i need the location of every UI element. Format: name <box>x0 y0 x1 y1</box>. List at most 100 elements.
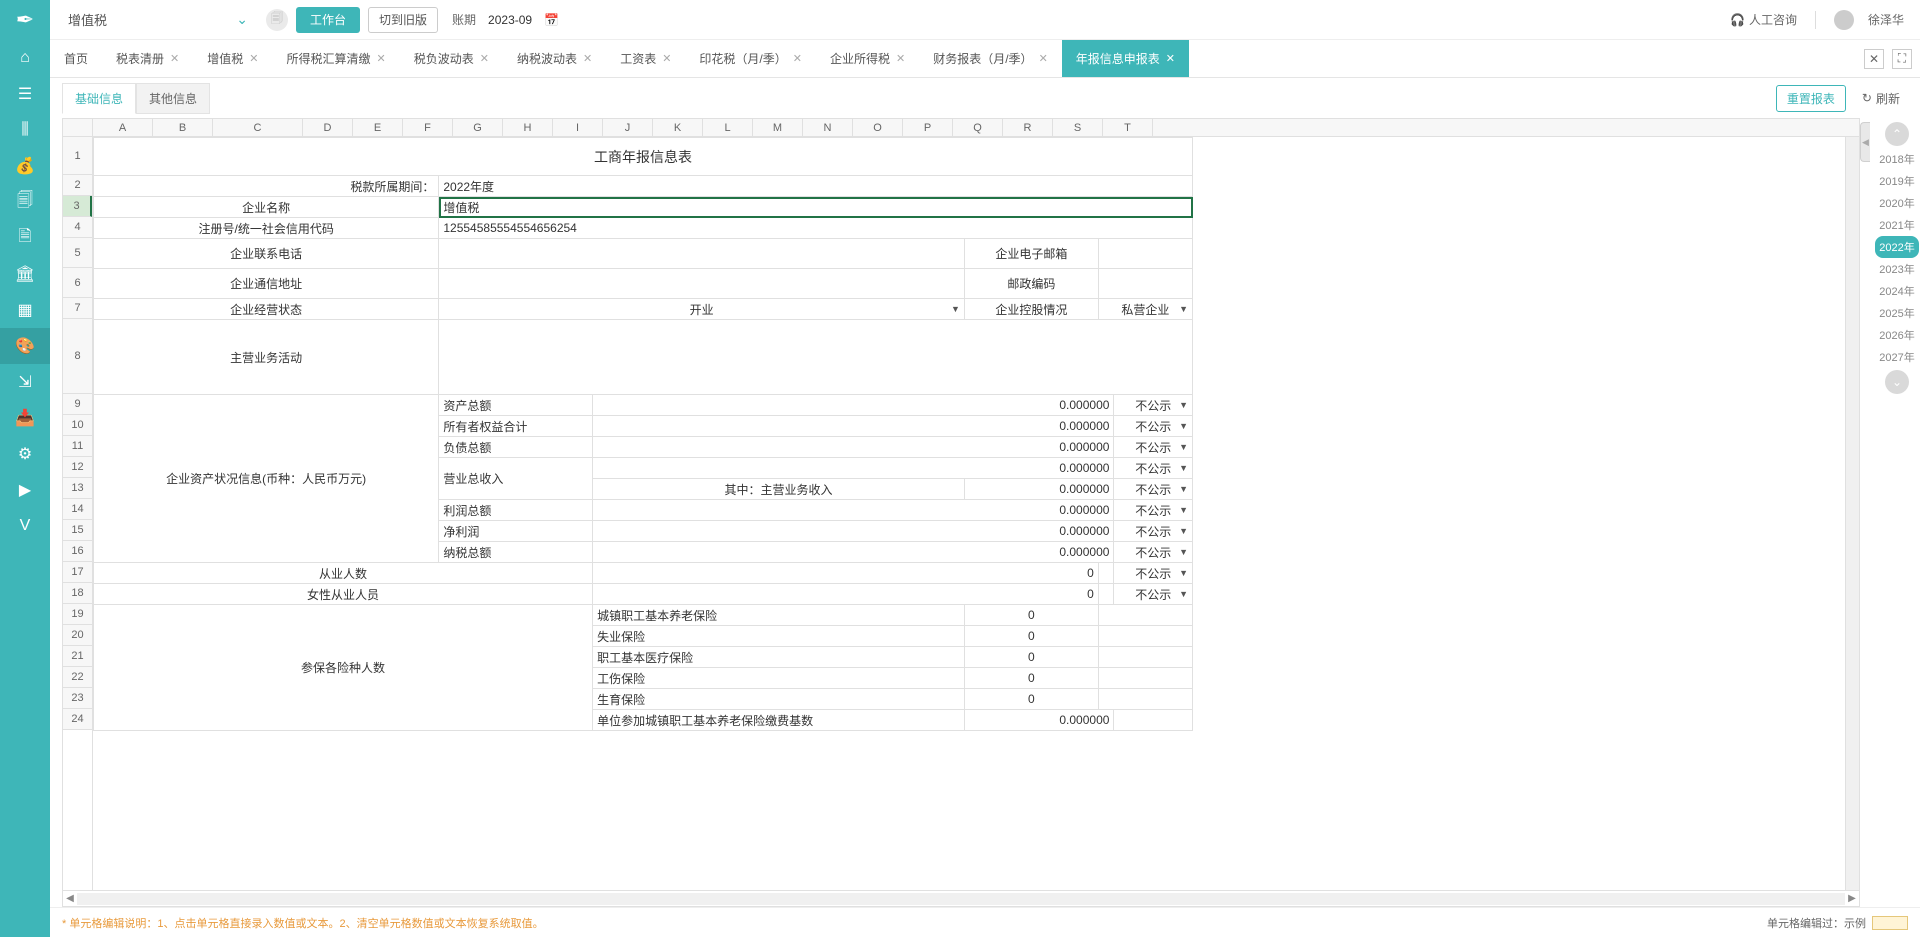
liab-val[interactable]: 0.000000 <box>593 437 1114 458</box>
inbox-icon[interactable]: 📥 <box>0 400 50 436</box>
tax-val[interactable]: 0.000000 <box>593 542 1114 563</box>
netprofit-val[interactable]: 0.000000 <box>593 521 1114 542</box>
year-2018年[interactable]: 2018年 <box>1875 148 1918 170</box>
status-dropdown[interactable]: 开业▼ <box>439 299 965 320</box>
col-header-E[interactable]: E <box>353 119 403 136</box>
tab-工资表[interactable]: 工资表✕ <box>606 40 685 77</box>
maternity-val[interactable]: 0 <box>964 689 1098 710</box>
tab-企业所得税[interactable]: 企业所得税✕ <box>816 40 919 77</box>
row-header-8[interactable]: 8 <box>63 319 92 394</box>
row-header-22[interactable]: 22 <box>63 667 92 688</box>
col-header-I[interactable]: I <box>553 119 603 136</box>
v-icon[interactable]: V <box>0 508 50 544</box>
row-header-13[interactable]: 13 <box>63 478 92 499</box>
visibility-dropdown[interactable]: 不公示▼ <box>1114 458 1193 479</box>
year-2023年[interactable]: 2023年 <box>1875 258 1918 280</box>
revenue-val[interactable]: 0.000000 <box>593 458 1114 479</box>
select-all-corner[interactable] <box>63 119 93 136</box>
reset-button[interactable]: 重置报表 <box>1776 85 1846 112</box>
close-icon[interactable]: ✕ <box>480 52 489 65</box>
employees-val[interactable]: 0 <box>593 563 1099 584</box>
row-header-19[interactable]: 19 <box>63 604 92 625</box>
row-header-20[interactable]: 20 <box>63 625 92 646</box>
row-header-11[interactable]: 11 <box>63 436 92 457</box>
close-icon[interactable]: ✕ <box>1166 52 1175 65</box>
row-header-18[interactable]: 18 <box>63 583 92 604</box>
subtab-other[interactable]: 其他信息 <box>136 83 210 114</box>
avatar[interactable] <box>1834 10 1854 30</box>
col-header-S[interactable]: S <box>1053 119 1103 136</box>
tab-首页[interactable]: 首页 <box>50 40 102 77</box>
video-icon[interactable]: ▶ <box>0 472 50 508</box>
row-header-21[interactable]: 21 <box>63 646 92 667</box>
email-cell[interactable] <box>1098 239 1192 269</box>
row-header-10[interactable]: 10 <box>63 415 92 436</box>
row-header-15[interactable]: 15 <box>63 520 92 541</box>
row-header-4[interactable]: 4 <box>63 217 92 238</box>
company-name-cell[interactable]: 增值税 <box>439 197 1193 218</box>
doc-circle-icon[interactable]: 🗐 <box>266 9 288 31</box>
year-2019年[interactable]: 2019年 <box>1875 170 1918 192</box>
row-header-17[interactable]: 17 <box>63 562 92 583</box>
subtab-basic[interactable]: 基础信息 <box>62 83 136 114</box>
col-header-B[interactable]: B <box>153 119 213 136</box>
close-icon[interactable]: ✕ <box>170 52 179 65</box>
col-header-N[interactable]: N <box>803 119 853 136</box>
tab-纳税波动表[interactable]: 纳税波动表✕ <box>503 40 606 77</box>
consult-link[interactable]: 🎧 人工咨询 <box>1730 11 1797 28</box>
vertical-scrollbar[interactable] <box>1845 137 1859 890</box>
holding-dropdown[interactable]: 私营企业▼ <box>1098 299 1192 320</box>
visibility-dropdown[interactable]: 不公示▼ <box>1114 542 1193 563</box>
tab-税负波动表[interactable]: 税负波动表✕ <box>400 40 503 77</box>
owners-equity-val[interactable]: 0.000000 <box>593 416 1114 437</box>
row-header-1[interactable]: 1 <box>63 137 92 175</box>
col-header-G[interactable]: G <box>453 119 503 136</box>
reg-value[interactable]: 12554585554554656254 <box>439 218 1193 239</box>
row-header-23[interactable]: 23 <box>63 688 92 709</box>
visibility-dropdown[interactable]: 不公示▼ <box>1114 437 1193 458</box>
calendar-icon[interactable]: 📅 <box>544 13 559 27</box>
medical-val[interactable]: 0 <box>964 647 1098 668</box>
year-scroll-down[interactable]: ⌄ <box>1885 370 1909 394</box>
close-icon[interactable]: ✕ <box>662 52 671 65</box>
row-header-2[interactable]: 2 <box>63 175 92 196</box>
export-icon[interactable]: ⇲ <box>0 364 50 400</box>
year-2020年[interactable]: 2020年 <box>1875 192 1918 214</box>
tab-印花税（月/季）[interactable]: 印花税（月/季）✕ <box>685 40 816 77</box>
visibility-dropdown[interactable]: 不公示▼ <box>1114 416 1193 437</box>
row-header-6[interactable]: 6 <box>63 268 92 298</box>
main-biz-cell[interactable] <box>439 320 1193 395</box>
palette-icon[interactable]: 🎨 <box>0 328 50 364</box>
row-header-9[interactable]: 9 <box>63 394 92 415</box>
building-icon[interactable]: 🏛 <box>0 256 50 292</box>
phone-cell[interactable] <box>439 239 965 269</box>
female-emp-val[interactable]: 0 <box>593 584 1099 605</box>
year-2025年[interactable]: 2025年 <box>1875 302 1918 324</box>
total-assets-val[interactable]: 0.000000 <box>593 395 1114 416</box>
close-icon[interactable]: ✕ <box>583 52 592 65</box>
profit-val[interactable]: 0.000000 <box>593 500 1114 521</box>
switch-old-button[interactable]: 切到旧版 <box>368 7 438 33</box>
row-header-12[interactable]: 12 <box>63 457 92 478</box>
row-header-5[interactable]: 5 <box>63 238 92 268</box>
close-icon[interactable]: ✕ <box>896 52 905 65</box>
visibility-dropdown[interactable]: 不公示▼ <box>1114 395 1193 416</box>
visibility-dropdown[interactable]: 不公示▼ <box>1114 500 1193 521</box>
addr-cell[interactable] <box>439 269 965 299</box>
col-header-J[interactable]: J <box>603 119 653 136</box>
col-header-R[interactable]: R <box>1003 119 1053 136</box>
col-header-K[interactable]: K <box>653 119 703 136</box>
col-header-L[interactable]: L <box>703 119 753 136</box>
year-2021年[interactable]: 2021年 <box>1875 214 1918 236</box>
postal-cell[interactable] <box>1098 269 1192 299</box>
year-scroll-up[interactable]: ⌃ <box>1885 122 1909 146</box>
pension-val[interactable]: 0 <box>964 605 1098 626</box>
col-header-C[interactable]: C <box>213 119 303 136</box>
col-header-M[interactable]: M <box>753 119 803 136</box>
year-2027年[interactable]: 2027年 <box>1875 346 1918 368</box>
year-2022年[interactable]: 2022年 <box>1875 236 1918 258</box>
close-icon[interactable]: ✕ <box>1039 52 1048 65</box>
row-header-24[interactable]: 24 <box>63 709 92 730</box>
visibility-dropdown[interactable]: 不公示▼ <box>1114 521 1193 542</box>
workspace-button[interactable]: 工作台 <box>296 7 360 33</box>
